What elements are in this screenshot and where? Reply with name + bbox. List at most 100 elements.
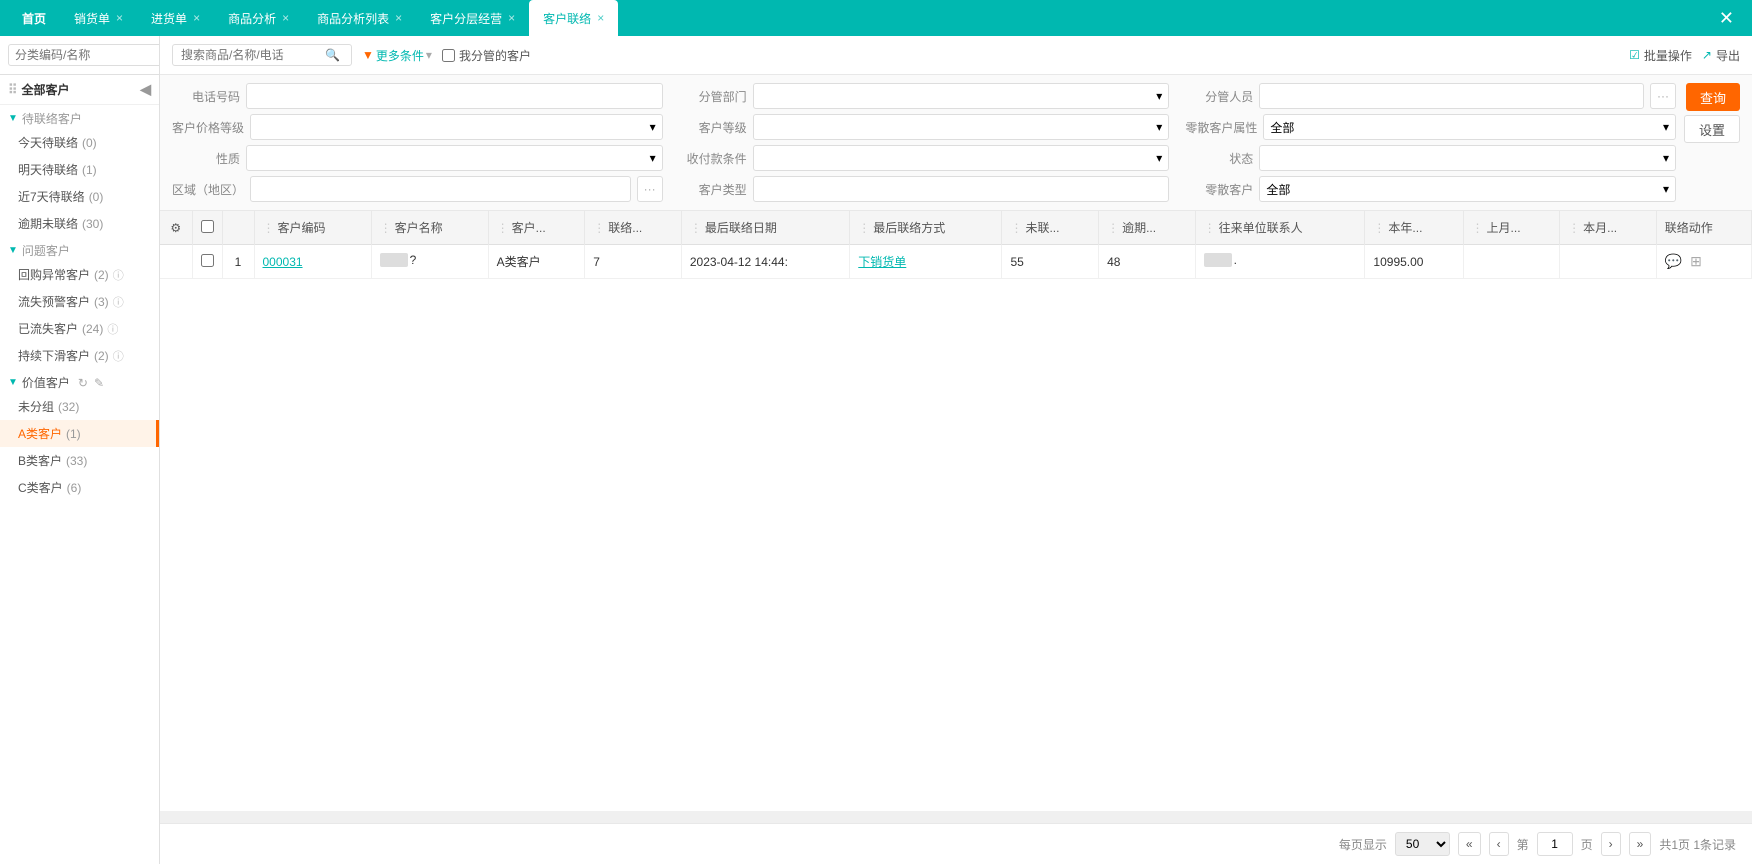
- table-last-contact-method-th[interactable]: 最后联络方式: [850, 211, 1002, 245]
- status-select[interactable]: ▾: [1259, 145, 1676, 171]
- table-code-th[interactable]: 客户编码: [254, 211, 371, 245]
- select-all-checkbox[interactable]: [201, 220, 214, 233]
- close-customer-contact-icon[interactable]: ×: [597, 11, 604, 25]
- table-gear-th[interactable]: ⚙: [160, 211, 192, 245]
- customer-tier-select[interactable]: ▾: [753, 114, 1170, 140]
- dept-select[interactable]: ▾: [753, 83, 1170, 109]
- retail-customer-select[interactable]: 全部 ▾: [1259, 176, 1676, 202]
- row-select-checkbox[interactable]: [201, 254, 214, 267]
- sidebar-search-input[interactable]: [8, 44, 160, 66]
- top-navigation: 首页 销货单 × 进货单 × 商品分析 × 商品分析列表 × 客户分层经营 × …: [0, 0, 1752, 36]
- sidebar-item-unclassified[interactable]: 未分组 (32): [0, 393, 159, 420]
- table-checkbox-th[interactable]: [192, 211, 222, 245]
- filter-price-tier: 客户价格等级 ▾: [172, 114, 663, 140]
- sidebar-item-b-customers[interactable]: B类客户 (33): [0, 447, 159, 474]
- my-customers-check[interactable]: [442, 49, 455, 62]
- person-input[interactable]: [1259, 83, 1644, 109]
- retail-attr-select[interactable]: 全部 ▾: [1263, 114, 1676, 140]
- next-page-button[interactable]: ›: [1601, 832, 1621, 856]
- person-dots-button[interactable]: ···: [1650, 83, 1676, 109]
- page-size-select[interactable]: 50 100 200: [1395, 832, 1450, 856]
- sidebar-group-pending: ▼ 待联络客户: [0, 105, 159, 129]
- adv-filter-row-2: 客户价格等级 ▾ 客户等级 ▾: [172, 114, 1676, 140]
- price-tier-select[interactable]: ▾: [250, 114, 663, 140]
- filter-customer-type: 客户类型: [679, 176, 1170, 202]
- customer-type-input[interactable]: [753, 176, 1170, 202]
- refresh-icon[interactable]: ↻: [78, 376, 88, 390]
- page-number-input[interactable]: [1537, 832, 1573, 856]
- nav-customer-contact[interactable]: 客户联络 ×: [529, 0, 618, 36]
- nav-purchase[interactable]: 进货单 ×: [137, 0, 214, 36]
- my-customers-checkbox[interactable]: 我分管的客户: [442, 47, 531, 64]
- filter-search-input[interactable]: [181, 48, 321, 62]
- close-product-analysis-list-icon[interactable]: ×: [395, 11, 402, 25]
- table-last-month-th[interactable]: 上月...: [1463, 211, 1560, 245]
- close-sales-icon[interactable]: ×: [116, 11, 123, 25]
- table-row: 1 000031 ? A类客户 7 2023-04-12 14:44: 下销货单: [160, 245, 1752, 279]
- last-page-button[interactable]: »: [1629, 832, 1652, 856]
- payment-select[interactable]: ▾: [753, 145, 1170, 171]
- sidebar-item-churn-warning[interactable]: 流失预警客户 (3) ⓘ: [0, 288, 159, 315]
- batch-operation-button[interactable]: ☑ 批量操作: [1629, 47, 1692, 64]
- table-overdue-th[interactable]: 逾期...: [1099, 211, 1196, 245]
- row-last-contact-method[interactable]: 下销货单: [850, 245, 1002, 279]
- sidebar-item-declining[interactable]: 持续下滑客户 (2) ⓘ: [0, 342, 159, 369]
- status-dropdown-icon: ▾: [1663, 151, 1669, 165]
- nav-product-analysis-list[interactable]: 商品分析列表 ×: [303, 0, 416, 36]
- sidebar-group-problem: ▼ 问题客户: [0, 237, 159, 261]
- sidebar-item-repurchase-anomaly[interactable]: 回购异常客户 (2) ⓘ: [0, 261, 159, 288]
- nav-customer-tier[interactable]: 客户分层经营 ×: [416, 0, 529, 36]
- sidebar-group-value: ▼ 价值客户 ↻ ✎: [0, 369, 159, 393]
- table-name-th[interactable]: 客户名称: [371, 211, 488, 245]
- table-this-year-th[interactable]: 本年...: [1365, 211, 1463, 245]
- sidebar-item-today[interactable]: 今天待联络 (0): [0, 129, 159, 156]
- horizontal-scrollbar[interactable]: [160, 811, 1752, 823]
- info-icon-1: ⓘ: [113, 267, 124, 283]
- more-filters-button[interactable]: ▼ 更多条件 ▾: [362, 47, 432, 64]
- table-this-month-th[interactable]: 本月...: [1560, 211, 1657, 245]
- region-input[interactable]: [250, 176, 631, 202]
- sidebar-item-overdue[interactable]: 逾期未联络 (30): [0, 210, 159, 237]
- chat-icon[interactable]: 💬: [1665, 253, 1682, 270]
- grid-icon[interactable]: ⊞: [1690, 253, 1702, 270]
- close-customer-tier-icon[interactable]: ×: [508, 11, 515, 25]
- row-no-contact: 55: [1002, 245, 1099, 279]
- row-checkbox[interactable]: [192, 245, 222, 279]
- close-purchase-icon[interactable]: ×: [193, 11, 200, 25]
- query-button[interactable]: 查询: [1686, 83, 1740, 111]
- edit-icon[interactable]: ✎: [94, 376, 104, 390]
- table-last-contact-date-th[interactable]: 最后联络日期: [681, 211, 849, 245]
- phone-input[interactable]: [246, 83, 663, 109]
- filter-region: 区域（地区） ···: [172, 176, 663, 202]
- nav-home[interactable]: 首页: [8, 0, 60, 36]
- table-unit-contact-th[interactable]: 往来单位联系人: [1195, 211, 1365, 245]
- row-last-contact-date: 2023-04-12 14:44:: [681, 245, 849, 279]
- close-product-analysis-icon[interactable]: ×: [282, 11, 289, 25]
- filter-nature: 性质 ▾: [172, 145, 663, 171]
- table-no-contact-th[interactable]: 未联...: [1002, 211, 1099, 245]
- first-page-button[interactable]: «: [1458, 832, 1481, 856]
- sidebar-all-customers[interactable]: ⠿ 全部客户 ◀: [0, 75, 159, 105]
- sidebar-item-tomorrow[interactable]: 明天待联络 (1): [0, 156, 159, 183]
- sidebar-item-churned[interactable]: 已流失客户 (24) ⓘ: [0, 315, 159, 342]
- row-code[interactable]: 000031: [254, 245, 371, 279]
- filter-status: 状态 ▾: [1185, 145, 1676, 171]
- nav-product-analysis[interactable]: 商品分析 ×: [214, 0, 303, 36]
- table-contact-th[interactable]: 联络...: [585, 211, 682, 245]
- region-dots-button[interactable]: ···: [637, 176, 663, 202]
- sidebar-item-7days[interactable]: 近7天待联络 (0): [0, 183, 159, 210]
- sidebar-item-c-customers[interactable]: C类客户 (6): [0, 474, 159, 501]
- export-button[interactable]: ↗ 导出: [1702, 47, 1740, 64]
- settings-button[interactable]: 设置: [1684, 115, 1740, 143]
- prev-page-button[interactable]: ‹: [1489, 832, 1509, 856]
- sidebar-collapse-icon[interactable]: ◀: [140, 81, 151, 98]
- nav-sales[interactable]: 销货单 ×: [60, 0, 137, 36]
- nature-select[interactable]: ▾: [246, 145, 663, 171]
- sidebar-item-a-customers[interactable]: A类客户 (1): [0, 420, 159, 447]
- table-header: ⚙ 客户编码 客户名称 客户... 联络... 最后联络日期 最后联络方式 未联…: [160, 211, 1752, 245]
- table-type-th[interactable]: 客户...: [488, 211, 585, 245]
- filter-search-icon[interactable]: 🔍: [325, 48, 340, 62]
- filter-person: 分管人员 ···: [1185, 83, 1676, 109]
- close-all-tabs-icon[interactable]: ✕: [1709, 8, 1744, 29]
- unit-contact-display: .: [1204, 253, 1237, 267]
